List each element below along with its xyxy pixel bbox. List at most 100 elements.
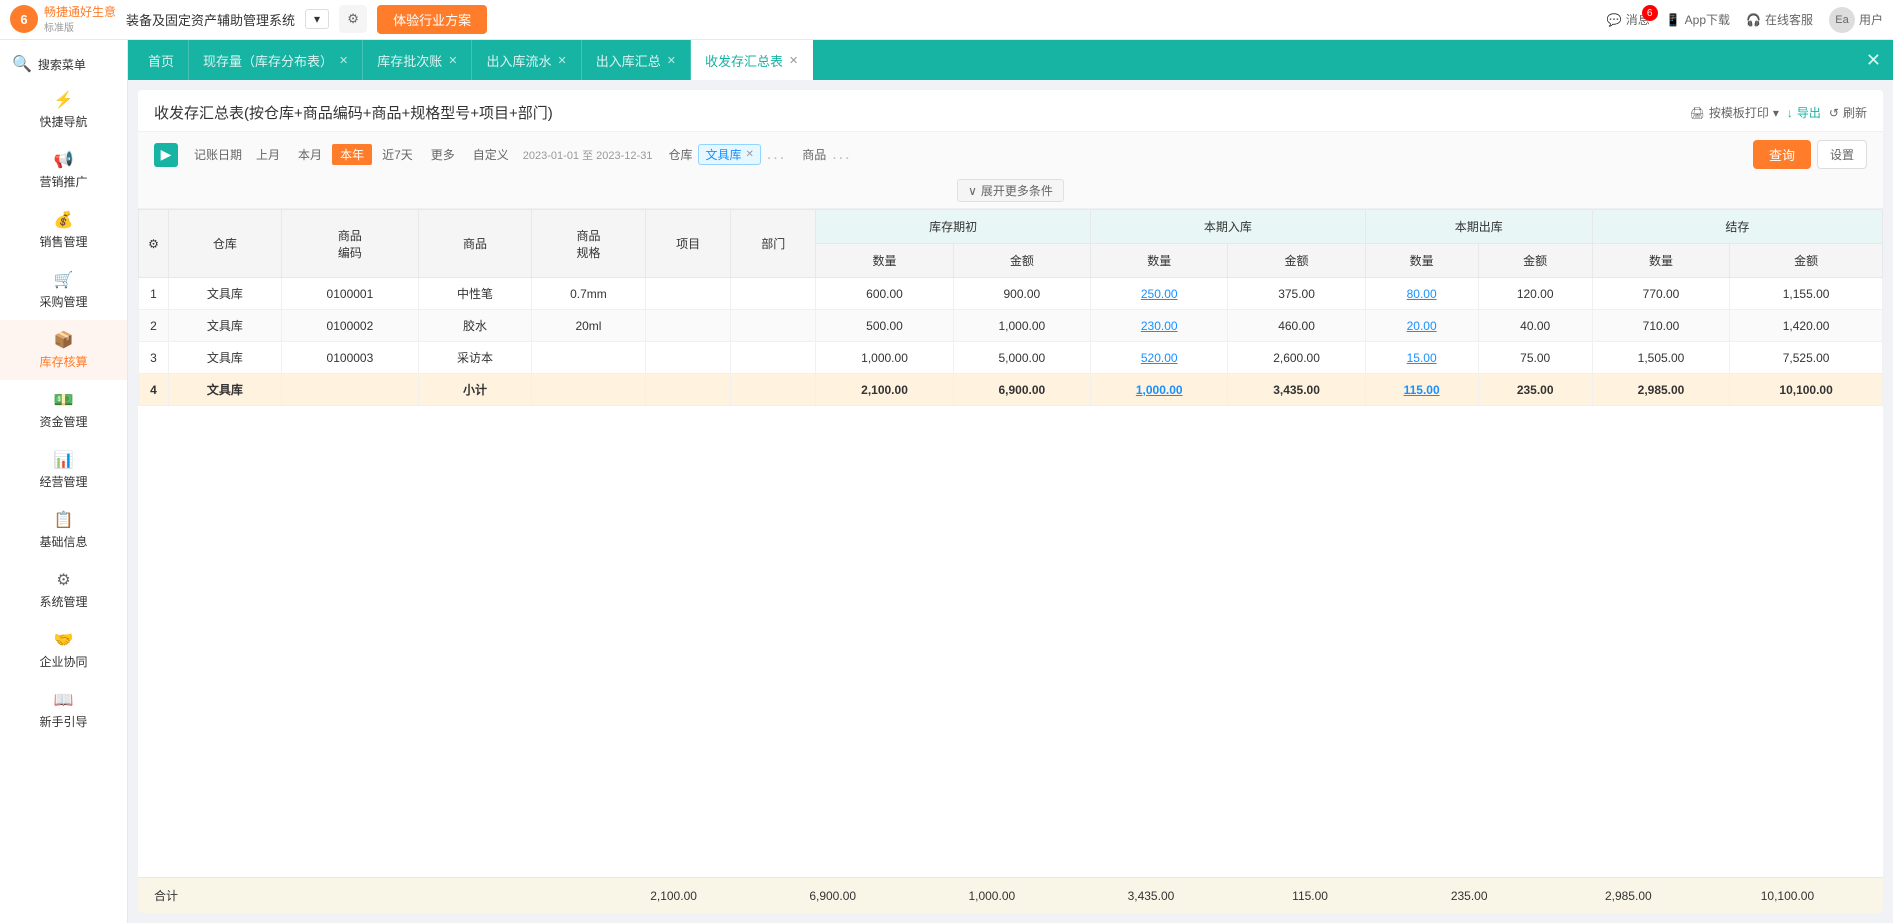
table-row: 2文具库0100002胶水20ml500.001,000.00230.00460…: [139, 310, 1883, 342]
row-in-qty[interactable]: 250.00: [1091, 278, 1228, 310]
user-button[interactable]: Ea 用户: [1829, 7, 1883, 33]
row-number: 2: [139, 310, 169, 342]
tab-stock-distribution-label: 现存量（库存分布表）: [203, 51, 333, 70]
sidebar-item-system[interactable]: ⚙ 系统管理: [0, 560, 127, 620]
sidebar-item-basic-info[interactable]: 📋 基础信息: [0, 500, 127, 560]
top-bar: 6 畅捷通好生意 标准版 装备及固定资产辅助管理系统 ▾ ⚙ 体验行业方案 💬 …: [0, 0, 1893, 40]
main-layout: 🔍 搜索菜单 ⚡ 快捷导航 📢 营销推广 💰 销售管理 🛒 采购管理 📦 库存核…: [0, 40, 1893, 923]
row-in-amt: 2,600.00: [1228, 342, 1365, 374]
row-balance-qty: 2,985.00: [1592, 374, 1729, 406]
row-in-qty[interactable]: 520.00: [1091, 342, 1228, 374]
sidebar-label-management: 经营管理: [39, 473, 87, 490]
total-label: 合计: [154, 887, 594, 904]
date-btn-this-year[interactable]: 本年: [332, 144, 372, 165]
total-in-qty: 1,000.00: [912, 889, 1071, 903]
sidebar-item-management[interactable]: 📊 经营管理: [0, 440, 127, 500]
tab-close-icon[interactable]: ✕: [558, 54, 567, 67]
row-department: [731, 342, 816, 374]
sidebar-item-marketing[interactable]: 📢 营销推广: [0, 140, 127, 200]
sidebar-item-search[interactable]: 🔍 搜索菜单: [0, 48, 127, 80]
close-all-tabs-button[interactable]: ✕: [1854, 50, 1893, 71]
print-button[interactable]: 🖨 按模板打印 ▾: [1690, 104, 1779, 121]
date-btn-more[interactable]: 更多: [423, 144, 463, 165]
row-opening-qty: 1,000.00: [816, 342, 953, 374]
row-goods-name: 中性笔: [419, 278, 532, 310]
warehouse-tag-close[interactable]: ✕: [745, 149, 753, 160]
sidebar-label-marketing: 营销推广: [39, 173, 87, 190]
sidebar-label-system: 系统管理: [39, 593, 87, 610]
collapse-toggle[interactable]: ▶: [154, 143, 178, 167]
expand-conditions-button[interactable]: ∨ 展开更多条件: [957, 179, 1064, 202]
row-in-qty-link[interactable]: 1,000.00: [1136, 383, 1183, 397]
goods-filter-label: 商品: [802, 146, 826, 163]
tab-batch-account[interactable]: 库存批次账 ✕: [363, 40, 472, 80]
sidebar-item-inventory[interactable]: 📦 库存核算: [0, 320, 127, 380]
tab-home[interactable]: 首页: [128, 40, 189, 80]
tab-close-icon[interactable]: ✕: [339, 54, 348, 67]
sidebar-item-quick-nav[interactable]: ⚡ 快捷导航: [0, 80, 127, 140]
row-out-qty-link[interactable]: 115.00: [1404, 383, 1440, 397]
tab-inout-summary[interactable]: 出入库汇总 ✕: [582, 40, 691, 80]
app-download-button[interactable]: 📱 App下载: [1666, 11, 1730, 28]
settings-button[interactable]: ⚙: [339, 5, 367, 33]
date-btn-7days[interactable]: 近7天: [374, 144, 421, 165]
settings-set-button[interactable]: 设置: [1817, 140, 1867, 169]
refresh-button[interactable]: ↺ 刷新: [1829, 104, 1867, 121]
row-department: [731, 310, 816, 342]
warehouse-tag: 文具库 ✕: [698, 144, 760, 165]
row-out-qty[interactable]: 80.00: [1365, 278, 1478, 310]
tab-inout-flow[interactable]: 出入库流水 ✕: [472, 40, 581, 80]
row-in-qty[interactable]: 230.00: [1091, 310, 1228, 342]
row-in-amt: 375.00: [1228, 278, 1365, 310]
try-button[interactable]: 体验行业方案: [377, 5, 487, 34]
app-download-icon: 📱: [1666, 13, 1681, 27]
online-service-button[interactable]: 🎧 在线客服: [1746, 11, 1813, 28]
date-btn-prev-month[interactable]: 上月: [248, 144, 288, 165]
user-label: 用户: [1859, 11, 1883, 28]
tab-close-icon[interactable]: ✕: [789, 54, 798, 67]
system-select[interactable]: ▾: [305, 9, 329, 29]
total-balance-amt: 10,100.00: [1708, 889, 1867, 903]
message-icon: 💬: [1607, 13, 1622, 27]
table-header-out-amt: 金额: [1478, 244, 1592, 278]
date-btn-this-month[interactable]: 本月: [290, 144, 330, 165]
row-out-qty-link[interactable]: 80.00: [1407, 287, 1437, 301]
table-header-goods-spec: 商品规格: [531, 210, 645, 278]
row-opening-amt: 1,000.00: [953, 310, 1090, 342]
message-button[interactable]: 💬 消息 6: [1607, 11, 1650, 28]
row-out-qty[interactable]: 15.00: [1365, 342, 1478, 374]
row-out-qty-link[interactable]: 20.00: [1407, 319, 1437, 333]
row-number: 1: [139, 278, 169, 310]
date-btn-custom[interactable]: 自定义: [465, 144, 517, 165]
row-in-qty-link[interactable]: 230.00: [1141, 319, 1178, 333]
row-out-qty[interactable]: 115.00: [1365, 374, 1478, 406]
sidebar-label-enterprise: 企业协同: [39, 653, 87, 670]
table-settings-header[interactable]: ⚙: [139, 210, 169, 278]
goods-more-button[interactable]: ...: [832, 146, 851, 164]
sidebar-item-enterprise[interactable]: 🤝 企业协同: [0, 620, 127, 680]
management-icon: 📊: [54, 450, 74, 470]
filter-section: ▶ 记账日期 上月 本月 本年 近7天 更多 自定义 2023-01-01 至 …: [138, 132, 1883, 209]
row-out-qty[interactable]: 20.00: [1365, 310, 1478, 342]
export-button[interactable]: ↓ 导出: [1787, 104, 1821, 121]
tab-close-icon[interactable]: ✕: [667, 54, 676, 67]
row-in-qty-link[interactable]: 250.00: [1141, 287, 1178, 301]
tab-receipt-summary[interactable]: 收发存汇总表 ✕: [691, 40, 813, 80]
table-header-balance: 结存: [1592, 210, 1882, 244]
row-in-qty-link[interactable]: 520.00: [1141, 351, 1178, 365]
sidebar-item-purchase[interactable]: 🛒 采购管理: [0, 260, 127, 320]
row-goods-name: 采访本: [419, 342, 532, 374]
data-table: ⚙ 仓库 商品编码 商品 商品规格 项目 部门 库存期初 本期入库 本期出库 结…: [138, 209, 1883, 406]
header-actions: 🖨 按模板打印 ▾ ↓ 导出 ↺ 刷新: [1690, 104, 1867, 121]
logo-area: 6 畅捷通好生意 标准版: [10, 5, 116, 34]
row-in-qty[interactable]: 1,000.00: [1091, 374, 1228, 406]
tab-stock-distribution[interactable]: 现存量（库存分布表） ✕: [189, 40, 363, 80]
query-button[interactable]: 查询: [1753, 140, 1811, 169]
flash-icon: ⚡: [54, 90, 74, 110]
sidebar-item-finance[interactable]: 💵 资金管理: [0, 380, 127, 440]
sidebar-item-guide[interactable]: 📖 新手引导: [0, 680, 127, 740]
sidebar-item-sales[interactable]: 💰 销售管理: [0, 200, 127, 260]
row-out-qty-link[interactable]: 15.00: [1407, 351, 1437, 365]
tab-close-icon[interactable]: ✕: [448, 54, 457, 67]
warehouse-more-button[interactable]: ...: [767, 146, 786, 164]
